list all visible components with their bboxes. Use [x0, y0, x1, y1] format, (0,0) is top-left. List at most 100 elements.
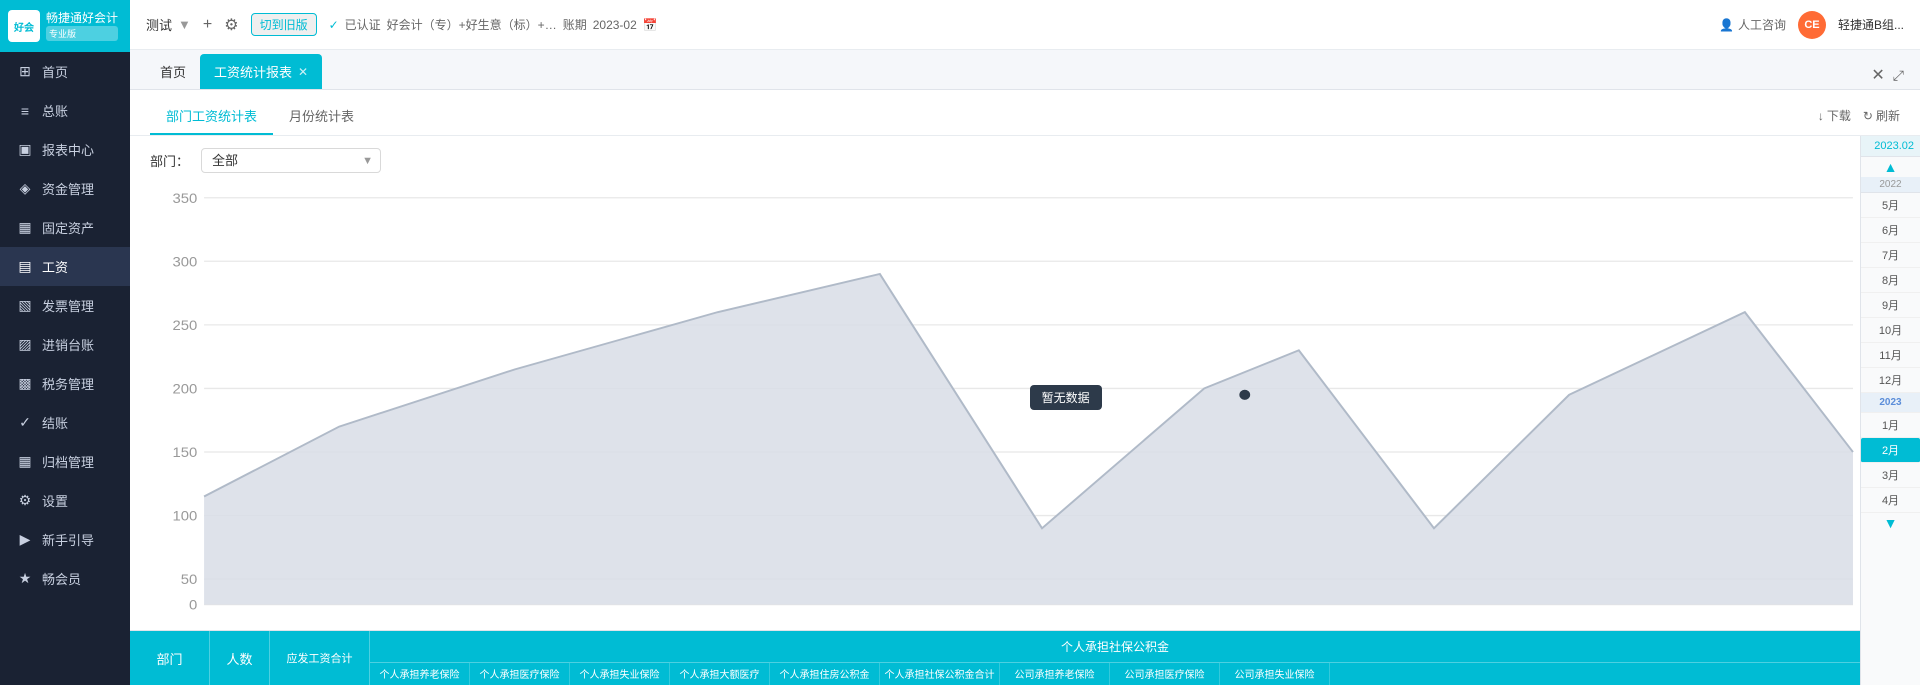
sidebar-item-member[interactable]: ★ 畅会员: [0, 559, 130, 598]
product-labels: 好会计（专）+好生意（标）+…: [387, 16, 557, 33]
sidebar-item-reports[interactable]: ▣ 报表中心: [0, 130, 130, 169]
month-nov-2022[interactable]: 11月: [1861, 343, 1920, 368]
main-area: 测试 ▼ + ⚙ 切到旧版 ✓ 已认证 好会计（专）+好生意（标）+… 账期 2…: [130, 0, 1920, 685]
invoice-icon: ▧: [16, 297, 34, 314]
panel-close-button[interactable]: ✕: [1871, 65, 1884, 85]
sidebar-item-assets[interactable]: ▦ 固定资产: [0, 208, 130, 247]
topbar-right: 👤 人工咨询 CE 轻捷通B组...: [1719, 11, 1904, 39]
filter-bar: 部门： 全部 研发部 销售部 财务部 人事部 ▼: [130, 136, 1860, 185]
month-mar-2023[interactable]: 3月: [1861, 463, 1920, 488]
subtab-dept[interactable]: 部门工资统计表: [150, 100, 273, 135]
ledger-icon: ≡: [16, 103, 34, 119]
refresh-button[interactable]: ↻ 刷新: [1863, 107, 1900, 124]
svg-text:300: 300: [173, 255, 198, 271]
funds-icon: ◈: [16, 180, 34, 197]
refresh-icon: ↻: [1863, 109, 1873, 123]
dept-select[interactable]: 全部 研发部 销售部 财务部 人事部: [201, 148, 381, 173]
sidebar-item-salary[interactable]: ▤ 工资: [0, 247, 130, 286]
sidebar-item-label: 结账: [42, 413, 68, 432]
subtab-left: 部门工资统计表 月份统计表: [150, 100, 370, 135]
sidebar-item-label: 工资: [42, 257, 68, 276]
month-may-2022[interactable]: 5月: [1861, 193, 1920, 218]
th-personal-total: 个人承担社保公积金合计: [880, 663, 1000, 685]
sidebar-item-label: 发票管理: [42, 296, 94, 315]
assets-icon: ▦: [16, 219, 34, 236]
service-label: 人工咨询: [1738, 16, 1786, 33]
th-dept: 部门: [130, 631, 210, 685]
subtab-right: ↓ 下载 ↻ 刷新: [1818, 107, 1900, 124]
sidebar-item-home[interactable]: ⊞ 首页: [0, 52, 130, 91]
company-selector[interactable]: 测试 ▼: [146, 15, 191, 34]
sidebar-item-ledger[interactable]: ≡ 总账: [0, 91, 130, 130]
sidebar-item-label: 设置: [42, 491, 68, 510]
th-personal-medical: 个人承担医疗保险: [470, 663, 570, 685]
month-oct-2022[interactable]: 10月: [1861, 318, 1920, 343]
company-name: 测试: [146, 15, 172, 34]
year-2022-label: 2022: [1861, 177, 1920, 193]
month-feb-2023[interactable]: 2月: [1861, 438, 1920, 463]
member-icon: ★: [16, 570, 34, 587]
guide-icon: ▶: [16, 531, 34, 548]
tab-close-icon[interactable]: ✕: [298, 65, 308, 79]
month-sep-2022[interactable]: 9月: [1861, 293, 1920, 318]
month-aug-2022[interactable]: 8月: [1861, 268, 1920, 293]
chart-svg: 350 300 250 200 150 100 50 0: [150, 185, 1860, 630]
date-scroll-up-button[interactable]: ▲: [1861, 157, 1920, 177]
sidebar-item-label: 总账: [42, 101, 68, 120]
svg-text:200: 200: [173, 382, 198, 398]
period-value: 2023-02: [593, 18, 637, 32]
date-scroll-down-button[interactable]: ▼: [1861, 513, 1920, 533]
date-panel: 2023.02 ▲ 2022 5月 6月 7月 8月 9月 10月 11月 12…: [1860, 136, 1920, 685]
month-jul-2022[interactable]: 7月: [1861, 243, 1920, 268]
old-version-button[interactable]: 切到旧版: [251, 13, 317, 36]
sidebar-item-guide[interactable]: ▶ 新手引导: [0, 520, 130, 559]
logo-text: 畅捷通好会计 专业版: [46, 11, 118, 42]
settlement-icon: ✓: [16, 414, 34, 431]
service-button[interactable]: 👤 人工咨询: [1719, 16, 1786, 33]
subtab-monthly[interactable]: 月份统计表: [273, 100, 370, 135]
svg-text:50: 50: [181, 573, 198, 589]
download-button[interactable]: ↓ 下载: [1818, 107, 1851, 124]
sidebar-item-tax[interactable]: ▩ 税务管理: [0, 364, 130, 403]
dropdown-arrow-icon[interactable]: ▼: [178, 17, 191, 32]
add-button[interactable]: +: [203, 16, 212, 34]
month-jun-2022[interactable]: 6月: [1861, 218, 1920, 243]
month-dec-2022[interactable]: 12月: [1861, 368, 1920, 393]
th-company-pension: 公司承担养老保险: [1000, 663, 1110, 685]
sidebar-item-settlement[interactable]: ✓ 结账: [0, 403, 130, 442]
sidebar-item-sales[interactable]: ▨ 进销台账: [0, 325, 130, 364]
page-content: 部门工资统计表 月份统计表 ↓ 下载 ↻ 刷新 部门：: [130, 90, 1920, 685]
panel-expand-button[interactable]: ⤢: [1893, 67, 1904, 84]
sidebar-item-label: 进销台账: [42, 335, 94, 354]
sidebar-item-label: 归档管理: [42, 452, 94, 471]
sidebar-item-funds[interactable]: ◈ 资金管理: [0, 169, 130, 208]
th-personal-large-medical: 个人承担大额医疗: [670, 663, 770, 685]
settings-button[interactable]: ⚙: [224, 15, 238, 35]
sidebar: 好会 畅捷通好会计 专业版 ⊞ 首页 ≡ 总账 ▣ 报表中心 ◈ 资金管理 ▦ …: [0, 0, 130, 685]
service-icon: 👤: [1719, 18, 1734, 32]
tab-salary-stats[interactable]: 工资统计报表 ✕: [200, 54, 322, 89]
tab-home-label: 首页: [160, 62, 186, 81]
tab-salary-stats-label: 工资统计报表: [214, 62, 292, 81]
sidebar-item-label: 新手引导: [42, 530, 94, 549]
refresh-label: 刷新: [1876, 107, 1900, 124]
sidebar-item-settings[interactable]: ⚙ 设置: [0, 481, 130, 520]
tab-home[interactable]: 首页: [146, 54, 200, 89]
th-personal-unemployment: 个人承担失业保险: [570, 663, 670, 685]
th-gross-salary: 应发工资合计: [270, 631, 370, 685]
calendar-icon[interactable]: 📅: [643, 18, 658, 32]
svg-text:250: 250: [173, 318, 198, 334]
sidebar-item-invoice[interactable]: ▧ 发票管理: [0, 286, 130, 325]
username-label[interactable]: 轻捷通B组...: [1838, 16, 1904, 33]
subtab-bar: 部门工资统计表 月份统计表 ↓ 下载 ↻ 刷新: [130, 90, 1920, 136]
month-jan-2023[interactable]: 1月: [1861, 413, 1920, 438]
logo-badge: 专业版: [46, 26, 118, 41]
svg-text:350: 350: [173, 191, 198, 207]
svg-text:0: 0: [189, 598, 197, 614]
verified-label: 已认证: [345, 16, 381, 33]
sidebar-item-archive[interactable]: ▦ 归档管理: [0, 442, 130, 481]
sidebar-logo: 好会 畅捷通好会计 专业版: [0, 0, 130, 52]
th-headcount: 人数: [210, 631, 270, 685]
status-bar: ✓ 已认证 好会计（专）+好生意（标）+… 账期 2023-02 📅: [329, 16, 658, 33]
month-apr-2023[interactable]: 4月: [1861, 488, 1920, 513]
